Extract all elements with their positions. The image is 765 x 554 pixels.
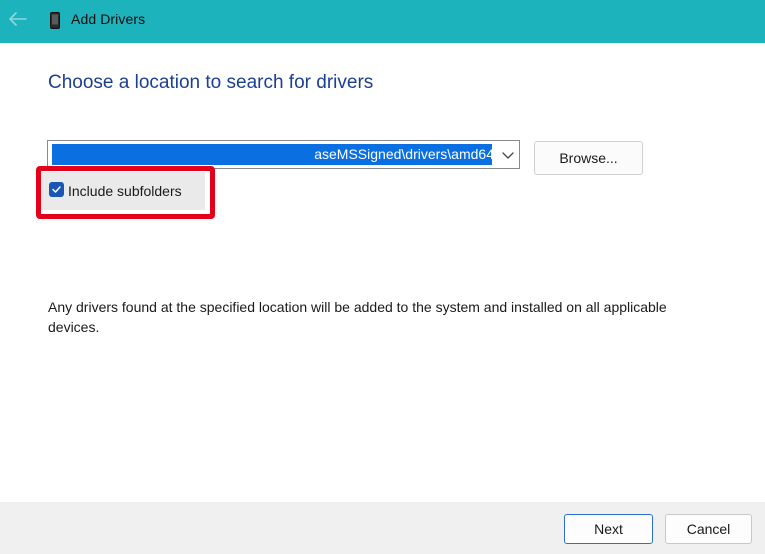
footer-bar: Next Cancel	[0, 502, 765, 554]
page-heading: Choose a location to search for drivers	[48, 72, 374, 93]
include-subfolders-checkbox[interactable]: Include subfolders	[41, 172, 205, 210]
checkmark-icon	[52, 186, 61, 193]
back-arrow-icon	[9, 12, 27, 26]
cancel-button[interactable]: Cancel	[665, 514, 752, 544]
browse-button[interactable]: Browse...	[534, 141, 643, 175]
title-bar: Add Drivers	[0, 0, 765, 43]
chevron-down-icon[interactable]	[501, 148, 515, 162]
window-title: Add Drivers	[71, 11, 146, 27]
include-subfolders-label: Include subfolders	[68, 183, 182, 199]
phone-device-icon	[50, 12, 60, 29]
info-text: Any drivers found at the specified locat…	[48, 299, 667, 335]
driver-path-combobox[interactable]: aseMSSigned\drivers\amd64	[47, 140, 520, 169]
next-button[interactable]: Next	[564, 514, 653, 544]
driver-path-value: aseMSSigned\drivers\amd64	[314, 146, 492, 162]
path-text-selection[interactable]: aseMSSigned\drivers\amd64	[52, 144, 492, 165]
back-button[interactable]	[4, 5, 32, 33]
checkbox-box[interactable]	[49, 182, 64, 197]
